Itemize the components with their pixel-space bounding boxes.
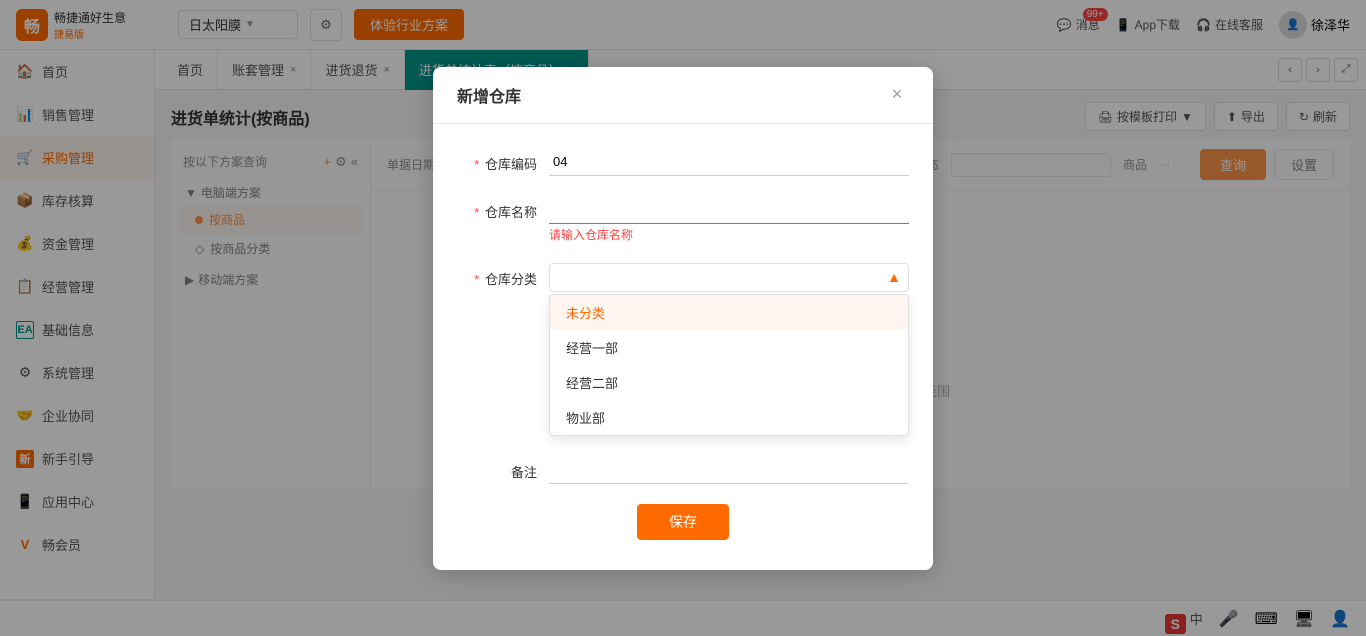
category-input[interactable] — [549, 263, 909, 292]
dropdown-item-property[interactable]: 物业部 — [550, 400, 908, 435]
dropdown-item-dept2[interactable]: 经营二部 — [550, 365, 908, 400]
form-row-category: * 仓库分类 ▲ 未 — [457, 263, 909, 436]
modal-title: 新增仓库 — [457, 90, 521, 107]
note-control — [549, 456, 909, 484]
form-row-name: * 仓库名称 请输入仓库名称 — [457, 196, 909, 243]
code-label: * 仓库编码 — [457, 148, 537, 173]
category-select-wrapper: ▲ — [549, 263, 909, 292]
category-label: * 仓库分类 — [457, 263, 537, 288]
content-area: 首页 账套管理 × 进货退货 × 进货单统计表（按商品） × ‹ › ⤢ — [155, 50, 1366, 636]
modal-add-warehouse: 新增仓库 × * 仓库编码 — [433, 90, 933, 570]
form-row-code: * 仓库编码 — [457, 148, 909, 176]
code-input[interactable] — [549, 148, 909, 176]
note-label: 备注 — [457, 456, 537, 481]
category-control: ▲ 未分类 经营一部 — [549, 263, 909, 436]
name-label: * 仓库名称 — [457, 196, 537, 221]
name-input[interactable] — [549, 196, 909, 224]
form-row-note: 备注 — [457, 456, 909, 484]
main-layout: 🏠 首页 📊 销售管理 🛒 采购管理 📦 库存核算 💰 资金管理 📋 经营管理 … — [0, 50, 1366, 636]
name-control: 请输入仓库名称 — [549, 196, 909, 243]
modal-close-button[interactable]: × — [885, 90, 909, 107]
note-input[interactable] — [549, 456, 909, 484]
save-button[interactable]: 保存 — [637, 504, 729, 540]
modal-header: 新增仓库 × — [433, 90, 933, 124]
dropdown-item-uncat[interactable]: 未分类 — [550, 295, 908, 330]
modal-footer: 保存 — [433, 504, 933, 540]
modal-body: * 仓库编码 * 仓库名称 — [433, 124, 933, 484]
name-error-msg: 请输入仓库名称 — [549, 226, 909, 243]
dropdown-item-dept1[interactable]: 经营一部 — [550, 330, 908, 365]
code-control — [549, 148, 909, 176]
page-content: 进货单统计(按商品) 🖨 按模板打印 ▼ ⬆ 导出 ↻ 刷新 — [155, 90, 1366, 636]
modal-overlay: 新增仓库 × * 仓库编码 — [155, 90, 1366, 636]
category-dropdown: 未分类 经营一部 经营二部 物业部 — [549, 294, 909, 436]
